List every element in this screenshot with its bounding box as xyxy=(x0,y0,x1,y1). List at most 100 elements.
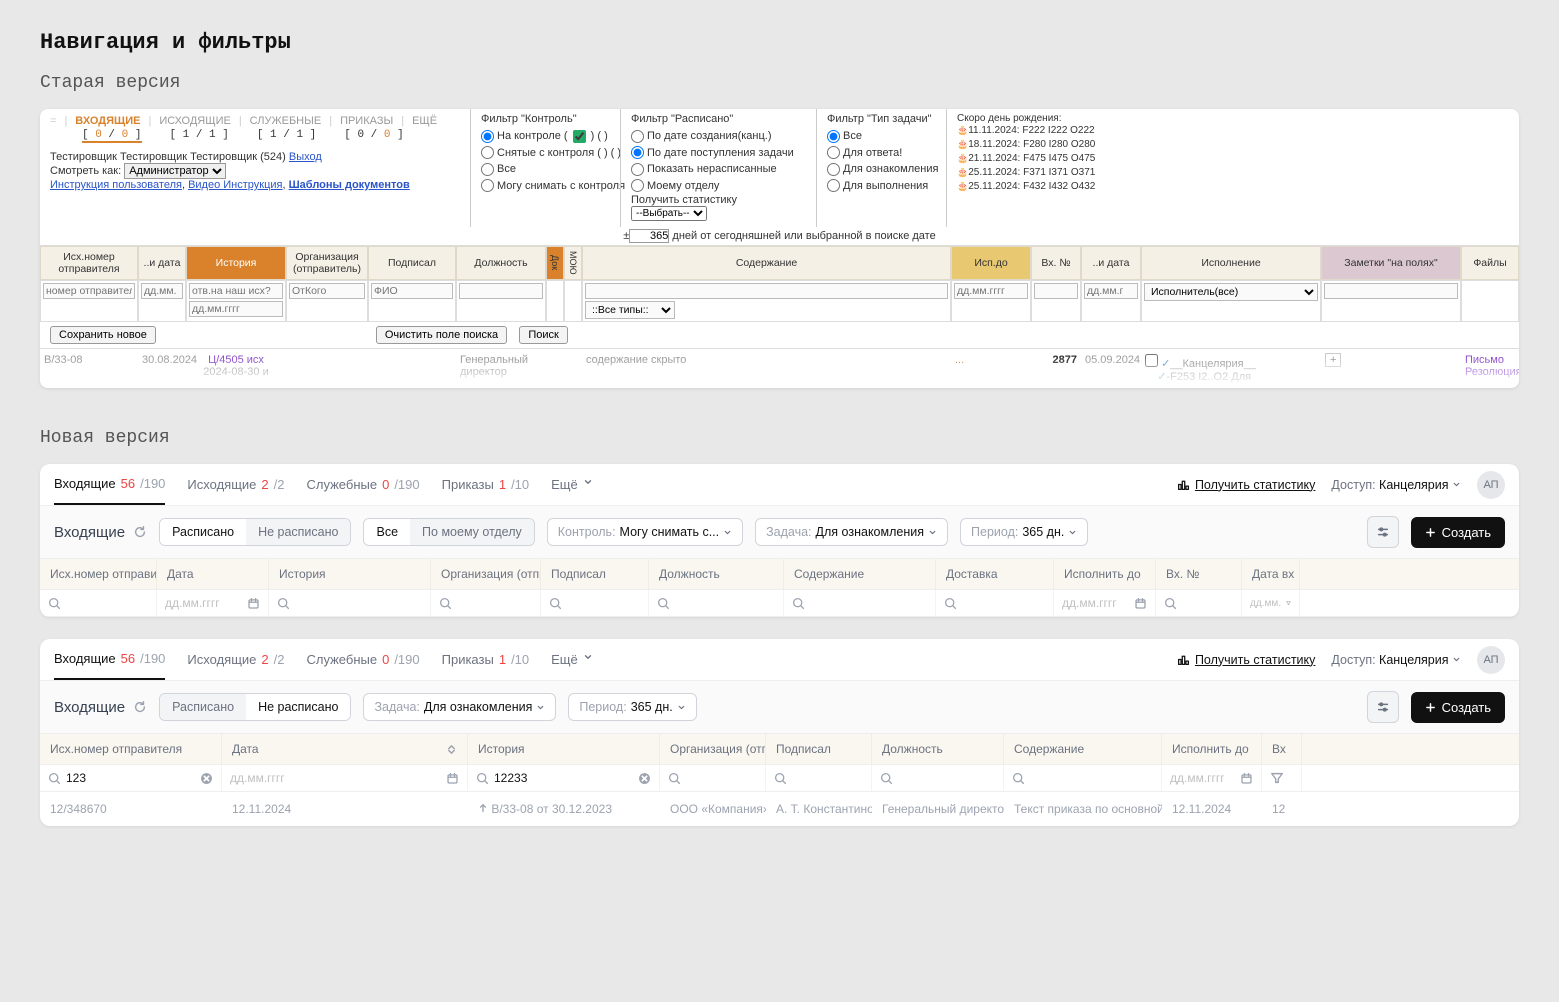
old-tab-inbox[interactable]: ВХОДЯЩИЕ xyxy=(75,115,140,127)
rasp-opt-3[interactable]: Показать нерасписанные xyxy=(631,161,806,178)
create-button[interactable]: Создать xyxy=(1411,517,1505,548)
calendar-icon[interactable] xyxy=(1134,597,1147,610)
refresh-icon[interactable] xyxy=(133,700,147,714)
nh2-8[interactable]: Вх xyxy=(1262,734,1302,764)
nh2-2[interactable]: История xyxy=(468,734,660,764)
nh-3[interactable]: Организация (отправи xyxy=(431,559,541,589)
type-opt-3[interactable]: Для ознакомления xyxy=(827,161,936,178)
control-pill[interactable]: Контроль: Могу снимать с... xyxy=(547,518,743,546)
ntab-inbox[interactable]: Входящие 56/190 xyxy=(54,464,165,505)
calendar-icon[interactable] xyxy=(1240,772,1253,785)
fi2-5[interactable] xyxy=(898,771,995,785)
ntab2-inbox[interactable]: Входящие 56/190 xyxy=(54,639,165,680)
fi2-3[interactable] xyxy=(686,771,757,785)
data-row[interactable]: 12/348670 12.11.2024 В/33-08 от 30.12.20… xyxy=(40,792,1519,826)
old-tab-more[interactable]: ЕЩЁ xyxy=(412,115,437,127)
nh-2[interactable]: История xyxy=(269,559,431,589)
create-button-2[interactable]: Создать xyxy=(1411,692,1505,723)
nh-0[interactable]: Исх.номер отправител xyxy=(40,559,157,589)
seg-dept-all[interactable]: Все xyxy=(364,519,410,545)
nh-6[interactable]: Содержание xyxy=(784,559,936,589)
nh2-6[interactable]: Содержание xyxy=(1004,734,1162,764)
old-tab-service[interactable]: СЛУЖЕБНЫЕ xyxy=(250,115,322,127)
rasp-opt-4[interactable]: Моему отделу xyxy=(631,178,806,195)
video-link[interactable]: Видео Инструкция xyxy=(188,179,282,191)
nh2-1[interactable]: Дата xyxy=(222,734,468,764)
access-dropdown[interactable]: Доступ: Канцелярия xyxy=(1331,478,1461,492)
ntab-orders[interactable]: Приказы 1/10 xyxy=(442,465,530,504)
control-opt-4[interactable]: Могу снимать с контроля xyxy=(481,178,610,195)
control-opt-3[interactable]: Все xyxy=(481,161,610,178)
seg-rasp-on[interactable]: Расписано xyxy=(160,519,246,545)
nh2-3[interactable]: Организация (отправи xyxy=(660,734,766,764)
stats-link-2[interactable]: Получить статистику xyxy=(1177,653,1315,667)
fi-0[interactable] xyxy=(66,596,148,610)
nh2-5[interactable]: Должность xyxy=(872,734,1004,764)
stats-link[interactable]: Получить статистику xyxy=(1177,478,1315,492)
inp-fio[interactable] xyxy=(371,283,453,299)
ntab-service[interactable]: Служебные 0/190 xyxy=(306,465,419,504)
old-tab-orders[interactable]: ПРИКАЗЫ xyxy=(340,115,393,127)
inp-org[interactable] xyxy=(289,283,365,299)
seg-dept-mine[interactable]: По моему отделу xyxy=(410,519,534,545)
fi-1[interactable] xyxy=(165,596,242,610)
type-opt-4[interactable]: Для выполнения xyxy=(827,178,936,195)
fi-4[interactable] xyxy=(567,596,640,610)
fi2-2[interactable] xyxy=(494,771,633,785)
control-opt-2[interactable]: Снятые с контроля ( ) ( ) xyxy=(481,145,610,162)
seg-rasp-off[interactable]: Не расписано xyxy=(246,519,350,545)
period-pill[interactable]: Период: 365 дн. xyxy=(960,518,1088,546)
inp-num[interactable] xyxy=(43,283,135,299)
nh-5[interactable]: Должность xyxy=(649,559,784,589)
ntab2-service[interactable]: Служебные 0/190 xyxy=(306,640,419,679)
templates-link[interactable]: Шаблоны документов xyxy=(289,179,410,191)
inp-resp[interactable] xyxy=(189,283,283,299)
fi2-1[interactable] xyxy=(230,771,441,785)
nh-8[interactable]: Исполнить до xyxy=(1054,559,1156,589)
sel-types[interactable]: ::Все типы:: xyxy=(585,301,675,319)
nh-4[interactable]: Подписал xyxy=(541,559,649,589)
avatar-2[interactable]: АП xyxy=(1477,646,1505,674)
old-tab-outbox[interactable]: ИСХОДЯЩИЕ xyxy=(159,115,230,127)
clear-icon[interactable] xyxy=(638,772,651,785)
nh2-4[interactable]: Подписал xyxy=(766,734,872,764)
ntab-more[interactable]: Ещё xyxy=(551,465,593,504)
control-opt-1[interactable]: На контроле ( ) ( ) xyxy=(481,128,610,145)
inp-cont[interactable] xyxy=(585,283,948,299)
inp-vh[interactable] xyxy=(1034,283,1078,299)
sel-ispol[interactable]: Исполнитель(все) xyxy=(1144,283,1318,301)
filter-icon[interactable] xyxy=(1270,771,1284,785)
nh2-7[interactable]: Исполнить до xyxy=(1162,734,1262,764)
filter-icon[interactable] xyxy=(1286,596,1291,610)
inp-idate[interactable] xyxy=(1084,283,1138,299)
nh-9[interactable]: Вх. № xyxy=(1156,559,1242,589)
nh-10[interactable]: Дата вх xyxy=(1242,559,1300,589)
sort-icon[interactable] xyxy=(446,744,457,755)
period-pill-2[interactable]: Период: 365 дн. xyxy=(568,693,696,721)
inp-notes[interactable] xyxy=(1324,283,1458,299)
fi2-6[interactable] xyxy=(1030,771,1153,785)
save-button[interactable]: Сохранить новое xyxy=(50,326,156,344)
inp-ispdo[interactable] xyxy=(954,283,1028,299)
calendar-icon[interactable] xyxy=(446,772,459,785)
rasp-opt-1[interactable]: По дате создания(канц.) xyxy=(631,128,806,145)
search-button[interactable]: Поиск xyxy=(519,326,567,344)
inp-pos[interactable] xyxy=(459,283,543,299)
ntab-outbox[interactable]: Исходящие 2/2 xyxy=(187,465,284,504)
access-dropdown-2[interactable]: Доступ: Канцелярия xyxy=(1331,653,1461,667)
avatar[interactable]: АП xyxy=(1477,471,1505,499)
fi-8[interactable] xyxy=(1062,596,1129,610)
fi-9[interactable] xyxy=(1182,596,1233,610)
nh2-0[interactable]: Исх.номер отправителя xyxy=(40,734,222,764)
instruction-link[interactable]: Инструкция пользователя xyxy=(50,179,182,191)
type-opt-2[interactable]: Для ответа! xyxy=(827,145,936,162)
nh-7[interactable]: Доставка xyxy=(936,559,1054,589)
fi-2[interactable] xyxy=(295,596,422,610)
fi-5[interactable] xyxy=(675,596,775,610)
seg2-rasp-b[interactable]: Не расписано xyxy=(246,694,350,720)
filter-button-2[interactable] xyxy=(1367,691,1399,723)
ntab2-more[interactable]: Ещё xyxy=(551,640,593,679)
stat-select[interactable]: --Выбрать-- xyxy=(631,206,707,221)
task-pill-2[interactable]: Задача: Для ознакомления xyxy=(363,693,556,721)
fi-7[interactable] xyxy=(962,596,1045,610)
